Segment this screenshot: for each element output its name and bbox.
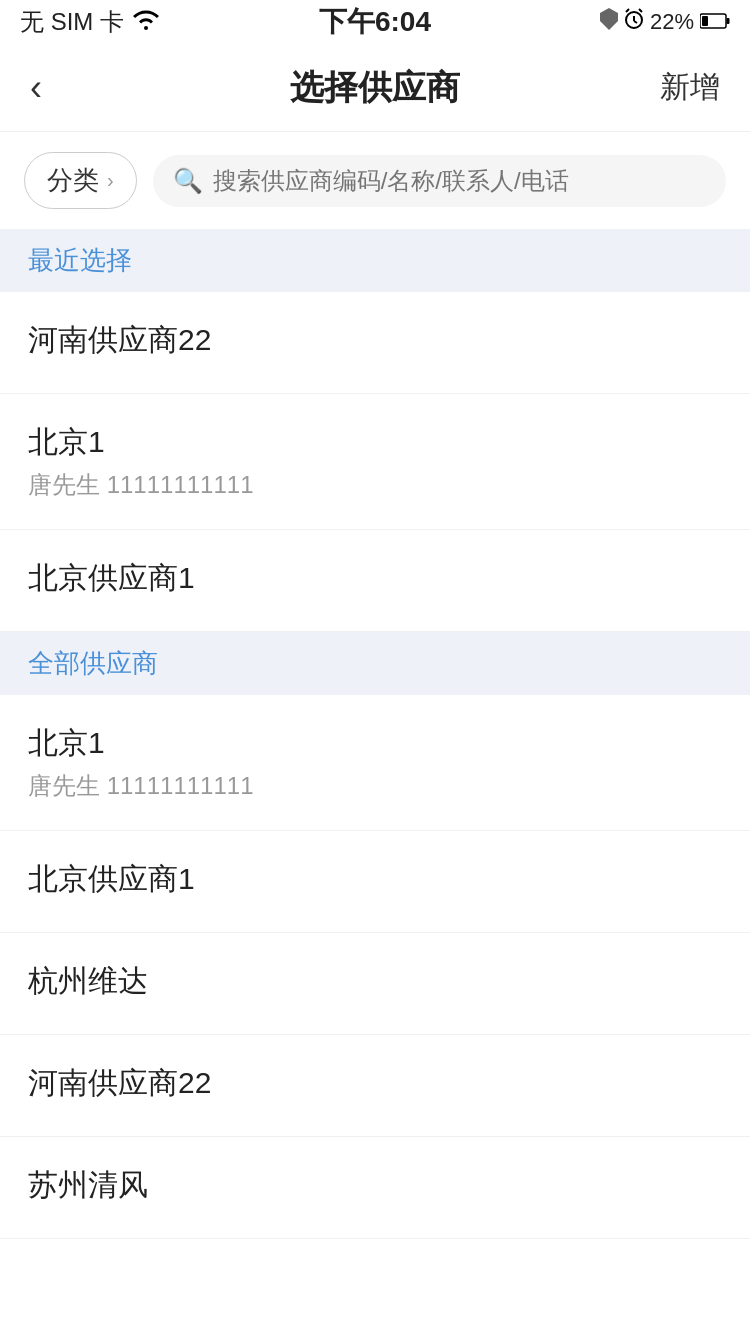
list-item[interactable]: 河南供应商22 [0, 1035, 750, 1137]
item-name: 北京1 [28, 723, 722, 764]
all-section-header: 全部供应商 [0, 632, 750, 695]
list-item[interactable]: 苏州清风 [0, 1137, 750, 1239]
list-item[interactable]: 杭州维达 [0, 933, 750, 1035]
item-name: 苏州清风 [28, 1165, 722, 1206]
chevron-right-icon: › [107, 169, 114, 192]
status-time: 下午6:04 [319, 3, 431, 41]
status-left: 无 SIM 卡 [20, 6, 160, 38]
list-item[interactable]: 河南供应商22 [0, 292, 750, 394]
category-button[interactable]: 分类 › [24, 152, 137, 209]
recent-items-list: 河南供应商22 北京1 唐先生 11111111111 北京供应商1 [0, 292, 750, 632]
item-name: 杭州维达 [28, 961, 722, 1002]
carrier-text: 无 SIM 卡 [20, 6, 124, 38]
search-box[interactable]: 🔍 [153, 155, 726, 207]
item-name: 北京供应商1 [28, 859, 722, 900]
all-items-list: 北京1 唐先生 11111111111 北京供应商1 杭州维达河南供应商22 苏州清风 [0, 695, 750, 1239]
svg-line-4 [639, 9, 642, 12]
battery-text: 22% [650, 9, 694, 35]
item-name: 北京供应商1 [28, 558, 722, 599]
svg-line-2 [634, 21, 637, 23]
item-detail: 唐先生 11111111111 [28, 469, 722, 501]
battery-icon [700, 9, 730, 35]
wifi-icon [132, 8, 160, 36]
search-input[interactable] [213, 167, 706, 195]
recent-section-header: 最近选择 [0, 229, 750, 292]
category-label: 分类 [47, 163, 99, 198]
list-item[interactable]: 北京1 唐先生 11111111111 [0, 394, 750, 530]
svg-line-3 [626, 9, 629, 12]
list-item[interactable]: 北京1 唐先生 11111111111 [0, 695, 750, 831]
back-button[interactable]: ‹ [30, 67, 90, 109]
nav-bar: ‹ 选择供应商 新增 [0, 44, 750, 132]
page-title: 选择供应商 [290, 65, 460, 111]
location-icon [600, 8, 618, 36]
add-button[interactable]: 新增 [660, 67, 720, 108]
item-name: 河南供应商22 [28, 320, 722, 361]
item-detail: 唐先生 11111111111 [28, 770, 722, 802]
filter-row: 分类 › 🔍 [0, 132, 750, 229]
status-right: 22% [600, 8, 730, 36]
status-bar: 无 SIM 卡 下午6:04 [0, 0, 750, 44]
search-icon: 🔍 [173, 167, 203, 195]
list-item[interactable]: 北京供应商1 [0, 530, 750, 632]
alarm-icon [624, 8, 644, 36]
svg-rect-7 [702, 16, 708, 26]
svg-rect-6 [727, 18, 730, 24]
list-item[interactable]: 北京供应商1 [0, 831, 750, 933]
item-name: 北京1 [28, 422, 722, 463]
item-name: 河南供应商22 [28, 1063, 722, 1104]
